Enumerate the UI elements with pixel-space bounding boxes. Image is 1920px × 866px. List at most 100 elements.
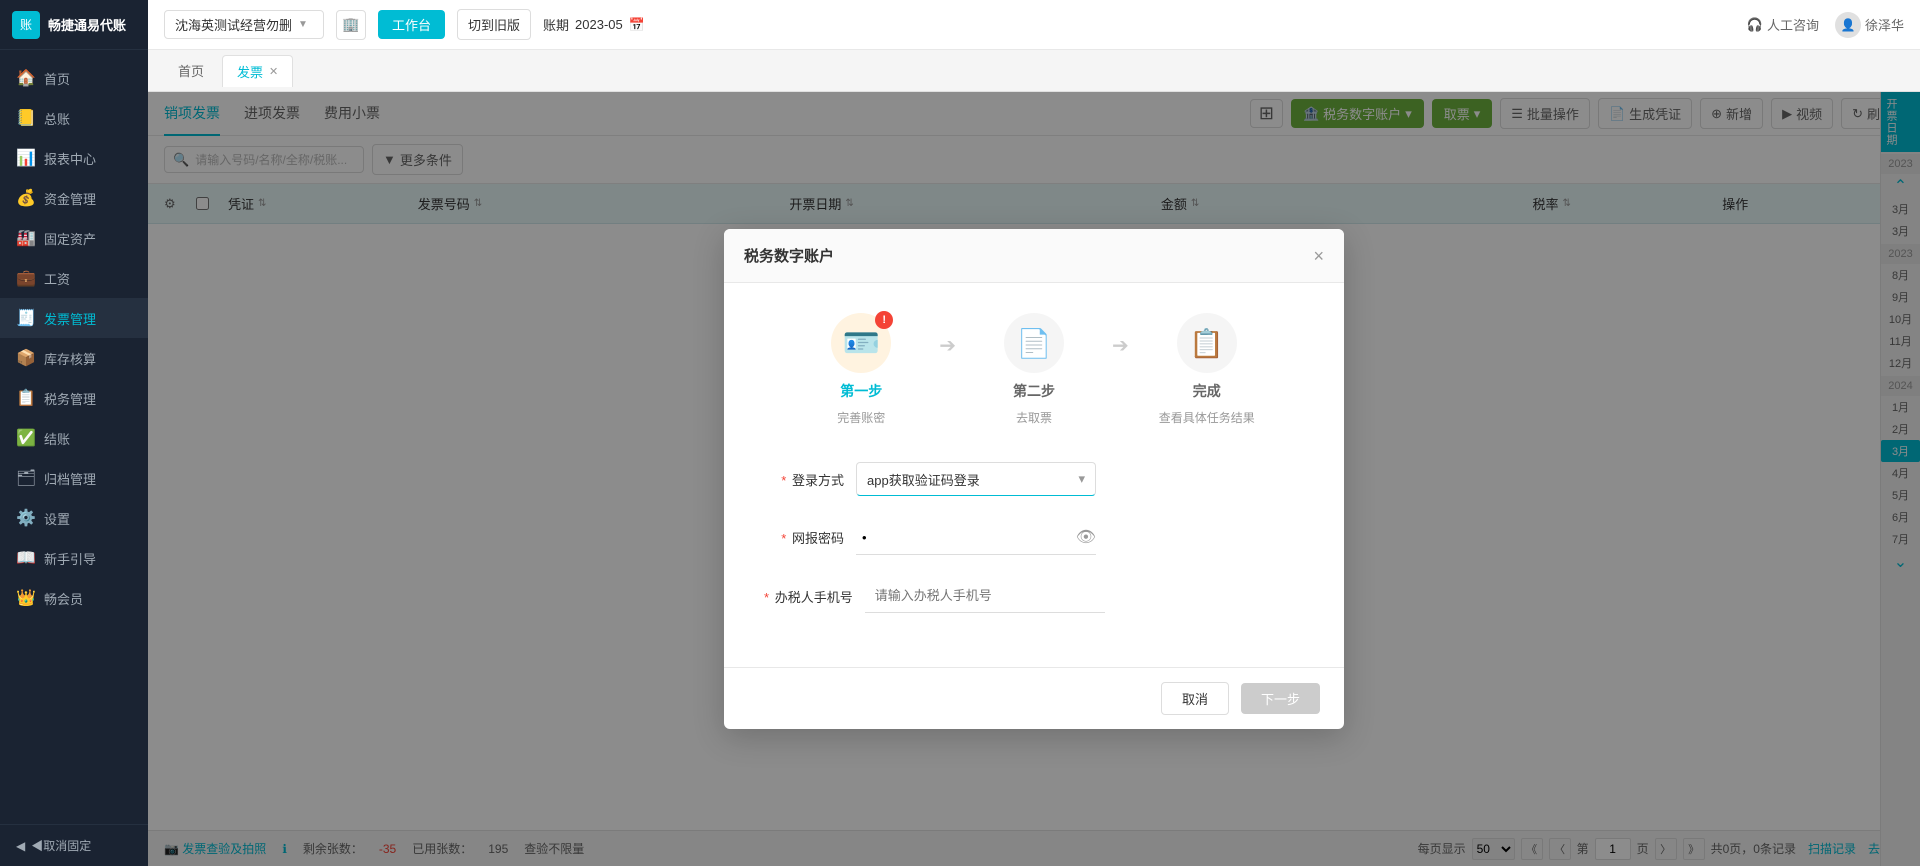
step-1-desc: 完善账密 (837, 409, 885, 426)
workspace-button[interactable]: 工作台 (378, 10, 445, 39)
salary-icon: 💼 (16, 268, 34, 288)
header-right: 🎧 人工咨询 👤 徐泽华 (1747, 12, 1904, 38)
help-btn[interactable]: 🎧 人工咨询 (1747, 15, 1819, 34)
sidebar-item-label: 税务管理 (44, 389, 96, 408)
help-icon: 🎧 (1747, 17, 1763, 33)
next-button[interactable]: 下一步 (1241, 683, 1320, 714)
step-3: 📋 完成 查看具体任务结果 (1137, 313, 1277, 426)
ledger-icon: 📒 (16, 108, 34, 128)
sidebar-item-inventory[interactable]: 📦 库存核算 (0, 338, 148, 378)
step-2-icon-wrap: 📄 (1004, 313, 1064, 373)
password-toggle-icon[interactable]: 👁 (1076, 527, 1096, 547)
sidebar-item-settle[interactable]: ✅ 结账 (0, 418, 148, 458)
settle-icon: ✅ (16, 428, 34, 448)
modal-backdrop: 税务数字账户 × 🪪 ! 第一步 完善账密 (148, 92, 1920, 866)
login-method-row: * 登录方式 app获取验证码登录 ▾ (764, 462, 1304, 496)
company-icon-btn[interactable]: 🏢 (336, 10, 366, 40)
reports-icon: 📊 (16, 148, 34, 168)
step-1-badge: ! (875, 311, 893, 329)
step-2-icon: 📄 (1017, 327, 1052, 360)
company-btn-icon: 🏢 (342, 16, 359, 33)
step-1-icon-wrap: 🪪 ! (831, 313, 891, 373)
user-profile[interactable]: 👤 徐泽华 (1835, 12, 1904, 38)
step-1-label: 第一步 (840, 381, 882, 401)
step-arrow-2: ➔ (1112, 313, 1129, 358)
logo-icon: 账 (12, 11, 40, 39)
sidebar-item-label: 新手引导 (44, 549, 96, 568)
sidebar-item-label: 固定资产 (44, 229, 96, 248)
sidebar-item-archive[interactable]: 🗂 归档管理 (0, 458, 148, 498)
modal-footer: 取消 下一步 (724, 667, 1344, 729)
step-1: 🪪 ! 第一步 完善账密 (791, 313, 931, 426)
modal-body: 🪪 ! 第一步 完善账密 ➔ 📄 (724, 283, 1344, 667)
required-mark-3: * (764, 590, 769, 605)
sidebar-item-ledger[interactable]: 📒 总账 (0, 98, 148, 138)
modal-header: 税务数字账户 × (724, 229, 1344, 283)
tab-home-label: 首页 (178, 61, 204, 80)
tab-bar: 首页 发票 ✕ (148, 50, 1920, 92)
invoice-icon: 🧾 (16, 308, 34, 328)
tab-invoice[interactable]: 发票 ✕ (222, 55, 293, 87)
main-area: 沈海英测试经营勿删 ▼ 🏢 工作台 切到旧版 账期 2023-05 📅 🎧 人工… (148, 0, 1920, 866)
collapse-icon: ◀ (16, 839, 25, 853)
settings-icon: ⚙️ (16, 508, 34, 528)
sidebar-nav: 🏠 首页 📒 总账 📊 报表中心 💰 资金管理 🏭 固定资产 💼 工资 🧾 发票… (0, 50, 148, 824)
sidebar-item-tax[interactable]: 📋 税务管理 (0, 378, 148, 418)
sidebar-item-salary[interactable]: 💼 工资 (0, 258, 148, 298)
sidebar-item-label: 结账 (44, 429, 70, 448)
sidebar-item-assets[interactable]: 🏭 固定资产 (0, 218, 148, 258)
period-value: 2023-05 (575, 17, 623, 32)
tab-close-icon[interactable]: ✕ (269, 65, 278, 78)
tab-invoice-label: 发票 (237, 62, 263, 81)
password-input[interactable] (856, 520, 1076, 554)
sidebar-item-home[interactable]: 🏠 首页 (0, 58, 148, 98)
sidebar-item-invoice[interactable]: 🧾 发票管理 (0, 298, 148, 338)
login-method-label: * 登录方式 (764, 470, 844, 489)
sidebar-item-label: 报表中心 (44, 149, 96, 168)
sidebar: 账 畅捷通易代账 🏠 首页 📒 总账 📊 报表中心 💰 资金管理 🏭 固定资产 … (0, 0, 148, 866)
home-icon: 🏠 (16, 68, 34, 88)
step-3-desc: 查看具体任务结果 (1159, 409, 1255, 426)
sidebar-item-label: 库存核算 (44, 349, 96, 368)
calendar-icon[interactable]: 📅 (629, 17, 645, 33)
company-selector[interactable]: 沈海英测试经营勿删 ▼ (164, 10, 324, 39)
step-1-icon: 🪪 (843, 326, 880, 361)
sidebar-item-label: 首页 (44, 69, 70, 88)
top-header: 沈海英测试经营勿删 ▼ 🏢 工作台 切到旧版 账期 2023-05 📅 🎧 人工… (148, 0, 1920, 50)
phone-label: * 办税人手机号 (764, 587, 853, 606)
login-method-value: app获取验证码登录 (867, 470, 980, 489)
app-logo: 账 畅捷通易代账 (0, 0, 148, 50)
tab-home[interactable]: 首页 (164, 55, 218, 87)
archive-icon: 🗂 (16, 468, 34, 488)
login-method-arrow: ▾ (1078, 471, 1085, 487)
login-method-select[interactable]: app获取验证码登录 ▾ (856, 462, 1096, 496)
switch-version-button[interactable]: 切到旧版 (457, 9, 531, 40)
company-dropdown-arrow: ▼ (298, 19, 308, 30)
required-mark-2: * (781, 531, 786, 546)
sidebar-collapse-btn[interactable]: ◀ ◀取消固定 (0, 824, 148, 866)
phone-input[interactable] (865, 579, 1105, 613)
guide-icon: 📖 (16, 548, 34, 568)
cancel-button[interactable]: 取消 (1161, 682, 1229, 715)
password-row: * 网报密码 👁 (764, 520, 1304, 555)
steps-container: 🪪 ! 第一步 完善账密 ➔ 📄 (764, 313, 1304, 426)
phone-row: * 办税人手机号 (764, 579, 1304, 613)
sidebar-item-funds[interactable]: 💰 资金管理 (0, 178, 148, 218)
page-content: 销项发票 进项发票 费用小票 ⊞ 🏦 税务数字账户 ▾ 取票 ▾ (148, 92, 1920, 866)
period-label: 账期 (543, 15, 569, 34)
sidebar-item-reports[interactable]: 📊 报表中心 (0, 138, 148, 178)
sidebar-item-label: 归档管理 (44, 469, 96, 488)
avatar: 👤 (1835, 12, 1861, 38)
funds-icon: 💰 (16, 188, 34, 208)
password-input-wrap: 👁 (856, 520, 1096, 555)
required-mark: * (781, 473, 786, 488)
modal-close-btn[interactable]: × (1313, 247, 1324, 265)
sidebar-item-member[interactable]: 👑 畅会员 (0, 578, 148, 618)
sidebar-item-label: 总账 (44, 109, 70, 128)
step-2: 📄 第二步 去取票 (964, 313, 1104, 426)
password-label: * 网报密码 (764, 528, 844, 547)
sidebar-item-guide[interactable]: 📖 新手引导 (0, 538, 148, 578)
member-icon: 👑 (16, 588, 34, 608)
sidebar-item-settings[interactable]: ⚙️ 设置 (0, 498, 148, 538)
company-name: 沈海英测试经营勿删 (175, 15, 292, 34)
